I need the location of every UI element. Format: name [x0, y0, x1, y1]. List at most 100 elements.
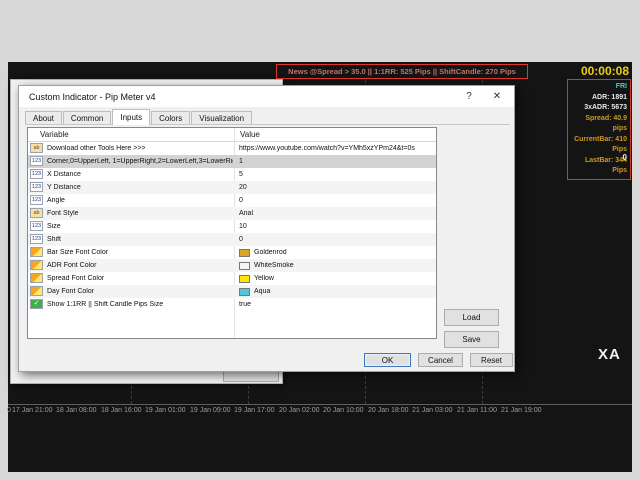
tab-inputs[interactable]: Inputs — [112, 109, 151, 125]
variable-value[interactable]: https://www.youtube.com/watch?v=YMh5xzYP… — [239, 145, 435, 152]
variable-name: Corner,0=UpperLeft, 1=UpperRight,2=Lower… — [47, 157, 233, 165]
variable-value[interactable]: WhiteSmoke — [239, 261, 435, 270]
variable-name: X Distance — [47, 170, 81, 178]
variable-name: ADR Font Color — [47, 261, 97, 269]
time-label: 17 Jan 21:00 — [12, 407, 53, 414]
color-name: WhiteSmoke — [254, 262, 294, 269]
table-row[interactable]: Bar Size Font Color Goldenrod — [28, 246, 436, 259]
pip-meter-info-panel: FRI ADR: 1891 3xADR: 5673 Spread: 40.9 p… — [567, 79, 631, 180]
integer-type-icon: 123 — [30, 156, 43, 166]
time-label: 19 Jan 01:00 — [145, 407, 186, 414]
table-row[interactable]: 123 X Distance 5 — [28, 168, 436, 181]
table-row[interactable]: 123 Corner,0=UpperLeft, 1=UpperRight,2=L… — [28, 155, 436, 168]
table-row[interactable]: ✓ Show 1:1RR || Shift Candle Pips Size t… — [28, 298, 436, 311]
variable-name: Spread Font Color — [47, 274, 105, 282]
color-swatch — [239, 274, 250, 283]
variable-value[interactable]: Yellow — [239, 274, 435, 283]
color-swatch — [239, 287, 250, 296]
variable-name: Size — [47, 222, 61, 230]
symbol-watermark: XA — [598, 346, 621, 363]
table-row[interactable]: 123 Shift 0 — [28, 233, 436, 246]
custom-indicator-dialog[interactable]: Custom Indicator - Pip Meter v4 ? ✕ Abou… — [18, 85, 515, 372]
adr3x-value: 3xADR: 5673 — [584, 104, 627, 111]
time-label: 21 Jan 11:00 — [457, 407, 497, 414]
time-axis-line — [8, 404, 632, 405]
table-row[interactable]: 123 Size 10 — [28, 220, 436, 233]
string-type-icon: ab — [30, 208, 43, 218]
time-label: 20 Jan 10:00 — [323, 407, 364, 414]
variable-value[interactable]: Arial — [239, 210, 435, 217]
variable-value[interactable]: 10 — [239, 223, 435, 230]
integer-type-icon: 123 — [30, 195, 43, 205]
time-label: 21 Jan 19:00 — [501, 407, 542, 414]
variable-name: Font Style — [47, 209, 79, 217]
table-row[interactable]: ab Font Style Arial — [28, 207, 436, 220]
variable-name: Show 1:1RR || Shift Candle Pips Size — [47, 300, 164, 308]
table-row[interactable]: 123 Y Distance 20 — [28, 181, 436, 194]
variable-value[interactable]: 5 — [239, 171, 435, 178]
column-header-value[interactable]: Value — [240, 130, 260, 139]
inputs-table: Variable Value ab Download other Tools H… — [27, 127, 437, 339]
color-name: Yellow — [254, 275, 274, 282]
load-button[interactable]: Load — [444, 309, 499, 326]
time-label: 21 Jan 03:00 — [412, 407, 453, 414]
color-swatch — [239, 261, 250, 270]
color-type-icon — [30, 286, 43, 296]
table-header: Variable Value — [28, 128, 436, 142]
color-type-icon — [30, 260, 43, 270]
variable-name: Shift — [47, 235, 62, 243]
string-type-icon: ab — [30, 143, 43, 153]
time-label: 20 Jan 18:00 — [368, 407, 409, 414]
current-bar-value: CurrentBar: 410 Pips — [574, 135, 627, 154]
variable-value[interactable]: true — [239, 301, 435, 308]
dialog-titlebar[interactable]: Custom Indicator - Pip Meter v4 — [19, 86, 514, 107]
tab-colors[interactable]: Colors — [151, 111, 191, 125]
boolean-type-icon: ✓ — [30, 299, 43, 309]
variable-name: Download other Tools Here >>> — [47, 144, 146, 152]
table-row[interactable]: ADR Font Color WhiteSmoke — [28, 259, 436, 272]
help-button[interactable]: ? — [454, 86, 484, 107]
spread-value: Spread: 40.9 pips — [585, 114, 627, 133]
variable-value[interactable]: 0 — [239, 197, 435, 204]
ok-button[interactable]: OK — [364, 353, 411, 367]
variable-value[interactable]: Goldenrod — [239, 248, 435, 257]
color-name: Aqua — [254, 288, 271, 295]
time-axis[interactable]: 0 17 Jan 21:00 18 Jan 08:00 18 Jan 16:00… — [7, 407, 632, 419]
countdown-clock: 00:00:08 — [580, 64, 629, 78]
tab-strip: About Common Inputs Colors Visualization — [25, 109, 253, 125]
time-label: 18 Jan 08:00 — [56, 407, 97, 414]
table-row[interactable]: ab Download other Tools Here >>> https:/… — [28, 142, 436, 155]
color-name: Goldenrod — [254, 249, 287, 256]
time-label: 18 Jan 16:00 — [101, 407, 142, 414]
integer-type-icon: 123 — [30, 169, 43, 179]
reset-button[interactable]: Reset — [470, 353, 513, 367]
column-header-variable[interactable]: Variable — [40, 130, 69, 139]
close-icon[interactable]: ✕ — [482, 86, 512, 107]
tab-about[interactable]: About — [25, 111, 62, 125]
variable-value[interactable]: 20 — [239, 184, 435, 191]
tab-visualization[interactable]: Visualization — [191, 111, 253, 125]
table-row[interactable]: Day Font Color Aqua — [28, 285, 436, 298]
time-label: 19 Jan 17:00 — [234, 407, 275, 414]
screenshot-root: News @Spread > 35.0 || 1:1RR: 525 Pips |… — [0, 0, 640, 480]
variable-value[interactable]: Aqua — [239, 287, 435, 296]
table-row[interactable]: 123 Angle 0 — [28, 194, 436, 207]
integer-type-icon: 123 — [30, 221, 43, 231]
color-type-icon — [30, 247, 43, 257]
variable-name: Y Distance — [47, 183, 81, 191]
last-bar-value: LastBar: 344 Pips — [584, 156, 627, 175]
cancel-button[interactable]: Cancel — [418, 353, 463, 367]
time-label: 0 — [7, 407, 11, 414]
color-swatch — [239, 248, 250, 257]
variable-name: Angle — [47, 196, 65, 204]
info-zero-value: 0 — [622, 153, 627, 162]
tab-common[interactable]: Common — [62, 111, 112, 125]
variable-value[interactable]: 1 — [239, 158, 435, 165]
color-type-icon — [30, 273, 43, 283]
tab-divider — [25, 124, 510, 125]
save-button[interactable]: Save — [444, 331, 499, 348]
variable-value[interactable]: 0 — [239, 236, 435, 243]
table-row[interactable]: Spread Font Color Yellow — [28, 272, 436, 285]
time-label: 20 Jan 02:00 — [279, 407, 320, 414]
integer-type-icon: 123 — [30, 234, 43, 244]
